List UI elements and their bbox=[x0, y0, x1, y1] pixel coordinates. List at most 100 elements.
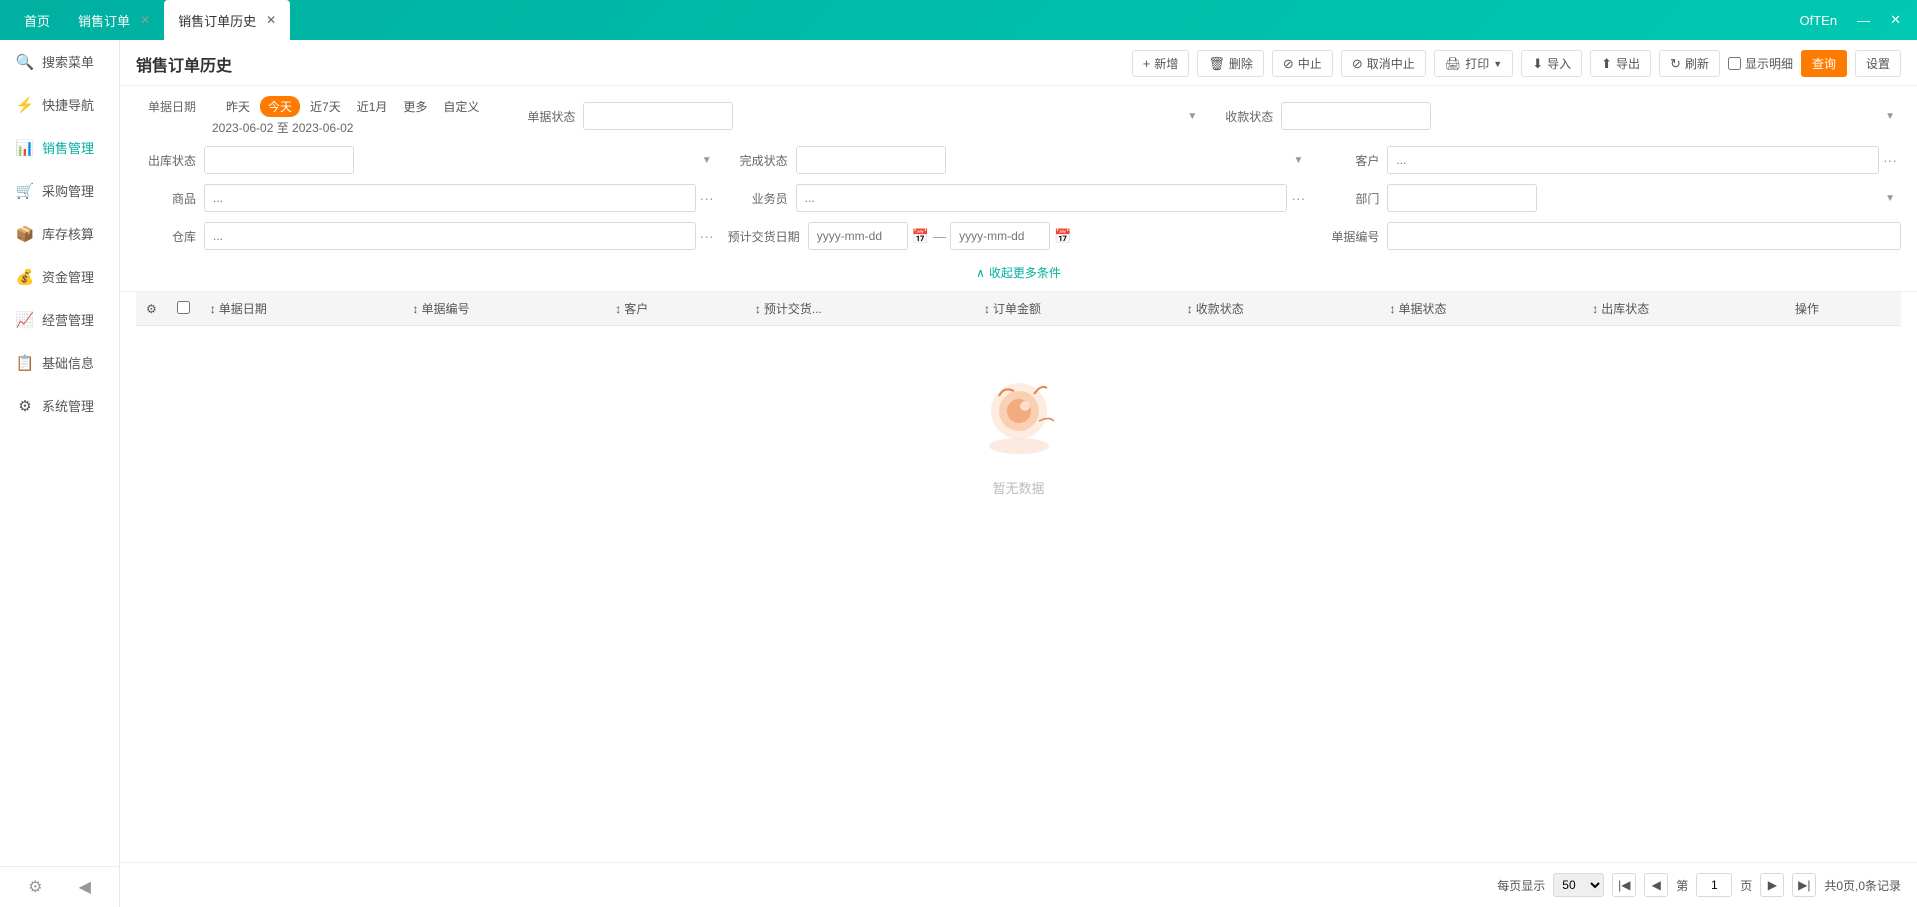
filter-area: 单据日期 昨天 今天 近7天 近1月 更多 自定义 2023-06-02 至 2… bbox=[120, 86, 1917, 292]
sort-date[interactable]: ↕ 单据日期 bbox=[210, 300, 267, 317]
warehouse-dots[interactable]: ··· bbox=[696, 228, 718, 244]
table-wrapper: ⚙ ↕ 单据日期 ↕ 单据编号 ↕ 客户 ↕ 预计交货... ↕ 订单金额 ↕ … bbox=[120, 292, 1917, 862]
receipt-status-select[interactable] bbox=[1281, 102, 1431, 130]
docno-input[interactable] bbox=[1387, 222, 1901, 250]
dept-select[interactable] bbox=[1387, 184, 1537, 212]
product-input[interactable] bbox=[204, 184, 696, 212]
sidebar-settings-btn[interactable]: ⚙ bbox=[28, 877, 42, 897]
customer-dots[interactable]: ··· bbox=[1879, 152, 1901, 168]
refresh-button[interactable]: ↻ 刷新 bbox=[1659, 50, 1720, 77]
sort-docno[interactable]: ↕ 单据编号 bbox=[413, 300, 470, 317]
col-date: ↕ 单据日期 bbox=[200, 292, 403, 326]
filter-row-4: 仓库 ··· 预计交货日期 📅 — 📅 单据编号 bbox=[136, 222, 1901, 250]
purchase-icon: 🛒 bbox=[16, 182, 34, 200]
col-docno: ↕ 单据编号 bbox=[403, 292, 606, 326]
date-7days[interactable]: 近7天 bbox=[304, 96, 347, 117]
customer-input[interactable] bbox=[1387, 146, 1879, 174]
collapse-bar[interactable]: ∧ 收起更多条件 bbox=[136, 260, 1901, 281]
sidebar-collapse-btn[interactable]: ◀ bbox=[79, 877, 91, 897]
filter-row-2: 出库状态 ▼ 完成状态 ▼ bbox=[136, 146, 1901, 174]
sidebar-item-finance[interactable]: 💰 资金管理 bbox=[0, 255, 119, 298]
page-size-label: 每页显示 bbox=[1497, 877, 1545, 894]
date-yesterday[interactable]: 昨天 bbox=[220, 96, 256, 117]
stop-button[interactable]: ⊘ 中止 bbox=[1272, 50, 1333, 77]
product-dots[interactable]: ··· bbox=[696, 190, 718, 206]
delivery-date-to[interactable] bbox=[950, 222, 1050, 250]
date-label: 单据日期 bbox=[136, 98, 196, 115]
page-title: 销售订单历史 bbox=[136, 52, 232, 76]
first-page-btn[interactable]: |◀ bbox=[1612, 873, 1636, 897]
delivery-date-from[interactable] bbox=[808, 222, 908, 250]
tab-sales-history-close[interactable]: ✕ bbox=[266, 13, 276, 27]
tab-home-label: 首页 bbox=[24, 11, 50, 30]
show-detail-checkbox[interactable] bbox=[1728, 57, 1741, 70]
sidebar-item-search[interactable]: 🔍 搜索菜单 bbox=[0, 40, 119, 83]
salesman-dots[interactable]: ··· bbox=[1287, 190, 1309, 206]
settings-button[interactable]: 设置 bbox=[1855, 50, 1901, 77]
sort-receipt-status[interactable]: ↕ 收款状态 bbox=[1187, 300, 1244, 317]
date-today[interactable]: 今天 bbox=[260, 96, 300, 117]
dept-chevron-icon: ▼ bbox=[1885, 193, 1895, 204]
sidebar-label-operations: 经营管理 bbox=[42, 310, 94, 329]
status-label: 单据状态 bbox=[515, 108, 575, 125]
date-1month[interactable]: 近1月 bbox=[351, 96, 394, 117]
salesman-input[interactable] bbox=[796, 184, 1288, 212]
query-label: 查询 bbox=[1812, 55, 1836, 72]
export-button[interactable]: ⬆ 导出 bbox=[1590, 50, 1651, 77]
sidebar-item-purchase[interactable]: 🛒 采购管理 bbox=[0, 169, 119, 212]
completion-chevron-icon: ▼ bbox=[1293, 155, 1303, 166]
prev-page-btn[interactable]: ◀ bbox=[1644, 873, 1668, 897]
add-button[interactable]: + 新增 bbox=[1132, 50, 1190, 77]
minimize-btn[interactable]: — bbox=[1851, 11, 1876, 30]
tab-sales-order[interactable]: 销售订单 ✕ bbox=[64, 0, 164, 40]
cancel-stop-button[interactable]: ⊘ 取消中止 bbox=[1341, 50, 1426, 77]
page-size-select[interactable]: 50 100 200 bbox=[1553, 873, 1604, 897]
sort-amount[interactable]: ↕ 订单金额 bbox=[984, 300, 1041, 317]
date-more[interactable]: 更多 bbox=[397, 96, 433, 117]
print-button[interactable]: 🖨 打印 ▼ bbox=[1434, 50, 1513, 77]
date-custom[interactable]: 自定义 bbox=[437, 96, 485, 117]
calendar-to-icon[interactable]: 📅 bbox=[1054, 228, 1071, 245]
sort-doc-status[interactable]: ↕ 单据状态 bbox=[1390, 300, 1447, 317]
column-settings-th[interactable]: ⚙ bbox=[136, 292, 167, 326]
sidebar-label-inventory: 库存核算 bbox=[42, 224, 94, 243]
outbound-select[interactable] bbox=[204, 146, 354, 174]
sidebar-item-operations[interactable]: 📈 经营管理 bbox=[0, 298, 119, 341]
docno-label: 单据编号 bbox=[1319, 228, 1379, 245]
delete-button[interactable]: 🗑 删除 bbox=[1197, 50, 1264, 77]
sort-delivery[interactable]: ↕ 预计交货... bbox=[755, 300, 822, 317]
sidebar-item-quicknav[interactable]: ⚡ 快捷导航 bbox=[0, 83, 119, 126]
dept-label: 部门 bbox=[1319, 190, 1379, 207]
sort-outbound-status[interactable]: ↕ 出库状态 bbox=[1592, 300, 1649, 317]
checkbox-th[interactable] bbox=[167, 292, 200, 326]
warehouse-input[interactable] bbox=[204, 222, 696, 250]
refresh-icon: ↻ bbox=[1670, 56, 1681, 72]
sort-customer[interactable]: ↕ 客户 bbox=[615, 300, 648, 317]
tab-sales-order-close[interactable]: ✕ bbox=[140, 13, 150, 27]
print-dropdown-icon: ▼ bbox=[1493, 59, 1502, 69]
query-button[interactable]: 查询 bbox=[1801, 50, 1847, 77]
import-button[interactable]: ⬇ 导入 bbox=[1521, 50, 1582, 77]
sidebar-item-system[interactable]: ⚙ 系统管理 bbox=[0, 384, 119, 427]
last-page-btn[interactable]: ▶| bbox=[1792, 873, 1816, 897]
top-bar: 首页 销售订单 ✕ 销售订单历史 ✕ OfTEn — ✕ bbox=[0, 0, 1917, 40]
tab-home[interactable]: 首页 bbox=[10, 0, 64, 40]
salesman-label: 业务员 bbox=[728, 190, 788, 207]
page-label-suffix: 页 bbox=[1740, 877, 1752, 894]
calendar-from-icon[interactable]: 📅 bbox=[912, 228, 929, 245]
sidebar-item-inventory[interactable]: 📦 库存核算 bbox=[0, 212, 119, 255]
sidebar-item-sales[interactable]: 📊 销售管理 bbox=[0, 126, 119, 169]
completion-select[interactable] bbox=[796, 146, 946, 174]
col-receipt-status: ↕ 收款状态 bbox=[1177, 292, 1380, 326]
next-page-btn[interactable]: ▶ bbox=[1760, 873, 1784, 897]
status-select[interactable] bbox=[583, 102, 733, 130]
tab-sales-history[interactable]: 销售订单历史 ✕ bbox=[164, 0, 290, 40]
export-icon: ⬆ bbox=[1601, 56, 1612, 72]
close-window-btn[interactable]: ✕ bbox=[1884, 10, 1907, 30]
page-label: 第 bbox=[1676, 877, 1688, 894]
sidebar-item-basics[interactable]: 📋 基础信息 bbox=[0, 341, 119, 384]
select-all-checkbox[interactable] bbox=[177, 301, 190, 314]
delivery-date-label: 预计交货日期 bbox=[728, 228, 800, 245]
col-outbound-status: ↕ 出库状态 bbox=[1582, 292, 1785, 326]
page-input[interactable] bbox=[1696, 873, 1732, 897]
